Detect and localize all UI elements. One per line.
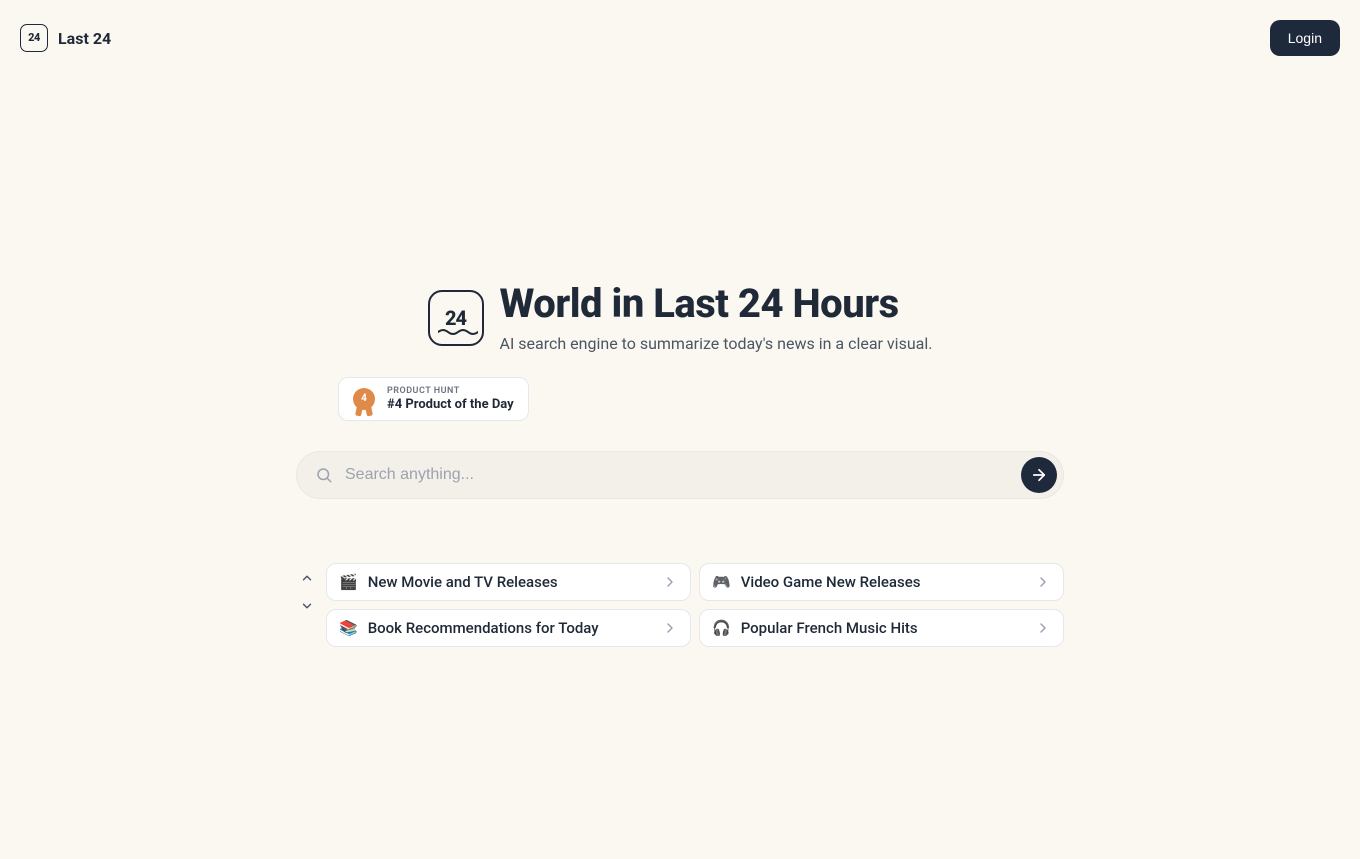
suggestions-pager <box>298 569 316 615</box>
chevron-right-icon <box>1035 620 1051 636</box>
headphones-icon: 🎧 <box>712 621 731 636</box>
hero-logo-icon: 24 <box>428 290 484 346</box>
suggestion-card-left: 🎮 Video Game New Releases <box>712 573 920 591</box>
hero-row: 24 World in Last 24 Hours AI search engi… <box>428 282 933 353</box>
suggestion-label: Book Recommendations for Today <box>368 619 599 637</box>
suggestion-card-left: 📚 Book Recommendations for Today <box>339 619 599 637</box>
chevron-right-icon <box>662 620 678 636</box>
brand-name: Last 24 <box>58 29 111 48</box>
search-submit-button[interactable] <box>1021 457 1057 493</box>
medal-icon: 4 <box>353 388 375 410</box>
medal-number: 4 <box>361 394 367 404</box>
pager-down-button[interactable] <box>298 597 316 615</box>
login-button[interactable]: Login <box>1270 20 1340 56</box>
brand-logo-icon: 24 <box>20 24 48 52</box>
product-hunt-line: #4 Product of the Day <box>387 397 514 413</box>
brand-logo-text: 24 <box>28 31 40 44</box>
chevron-up-icon <box>300 571 314 585</box>
chevron-right-icon <box>1035 574 1051 590</box>
suggestion-label: New Movie and TV Releases <box>368 573 558 591</box>
search-bar <box>296 451 1064 499</box>
hero: 24 World in Last 24 Hours AI search engi… <box>0 282 1360 647</box>
suggestion-cards: 🎬 New Movie and TV Releases 🎮 Video Game… <box>326 563 1064 647</box>
suggestions-area: 🎬 New Movie and TV Releases 🎮 Video Game… <box>296 563 1064 647</box>
product-hunt-badge[interactable]: 4 PRODUCT HUNT #4 Product of the Day <box>338 377 529 421</box>
arrow-right-icon <box>1030 466 1048 484</box>
suggestion-card-music[interactable]: 🎧 Popular French Music Hits <box>699 609 1064 647</box>
hero-text: World in Last 24 Hours AI search engine … <box>500 282 933 353</box>
page-title: World in Last 24 Hours <box>500 282 933 326</box>
header: 24 Last 24 Login <box>0 0 1360 56</box>
chevron-right-icon <box>662 574 678 590</box>
suggestion-card-games[interactable]: 🎮 Video Game New Releases <box>699 563 1064 601</box>
suggestion-card-movies[interactable]: 🎬 New Movie and TV Releases <box>326 563 691 601</box>
product-hunt-wrap: 4 PRODUCT HUNT #4 Product of the Day <box>338 377 838 421</box>
search-icon <box>315 466 333 484</box>
search-input[interactable] <box>343 465 1011 485</box>
suggestion-card-books[interactable]: 📚 Book Recommendations for Today <box>326 609 691 647</box>
product-hunt-kicker: PRODUCT HUNT <box>387 386 514 397</box>
chevron-down-icon <box>300 599 314 613</box>
suggestion-label: Video Game New Releases <box>741 573 921 591</box>
hero-logo-text: 24 <box>445 308 466 328</box>
books-icon: 📚 <box>339 621 358 636</box>
suggestion-label: Popular French Music Hits <box>741 619 918 637</box>
brand[interactable]: 24 Last 24 <box>20 24 111 52</box>
search-wrap <box>296 451 1064 499</box>
page-subtitle: AI search engine to summarize today's ne… <box>500 334 933 353</box>
suggestion-card-left: 🎧 Popular French Music Hits <box>712 619 918 637</box>
suggestion-card-left: 🎬 New Movie and TV Releases <box>339 573 558 591</box>
gamepad-icon: 🎮 <box>712 575 731 590</box>
clapper-icon: 🎬 <box>339 575 358 590</box>
pager-up-button[interactable] <box>298 569 316 587</box>
wave-icon <box>438 328 478 336</box>
product-hunt-text: PRODUCT HUNT #4 Product of the Day <box>387 386 514 412</box>
